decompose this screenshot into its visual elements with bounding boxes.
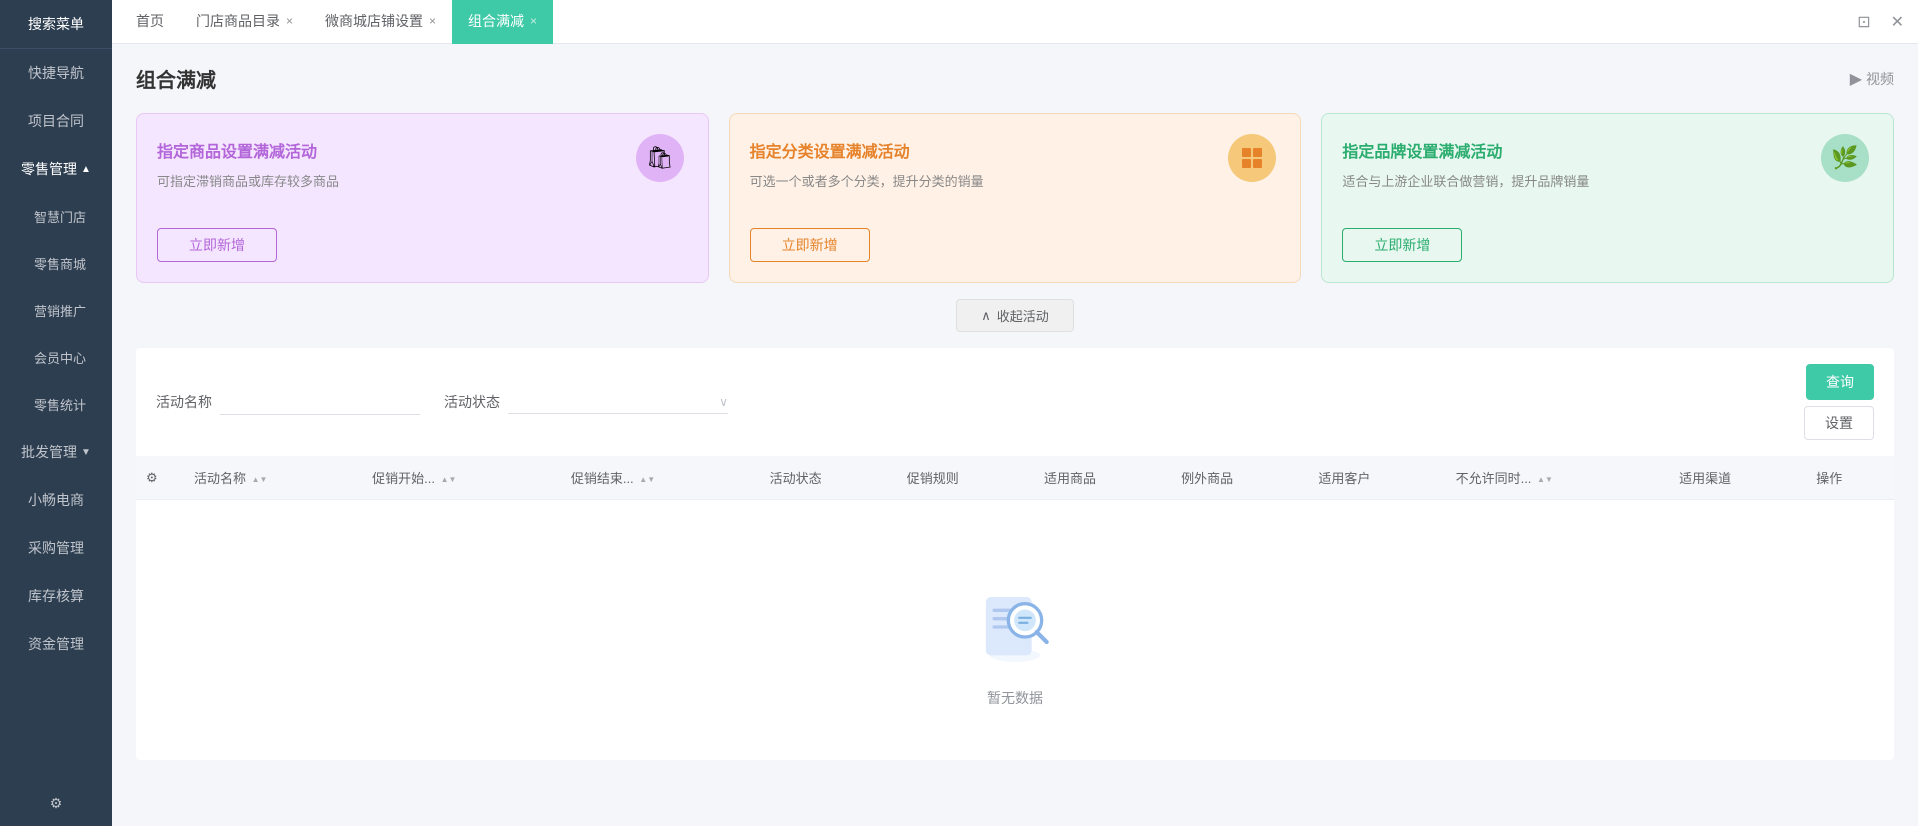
activity-card-by-brand: 🌿 指定品牌设置满减活动 适合与上游企业联合做营销，提升品牌销量 立即新增 xyxy=(1321,113,1894,283)
sidebar-item-smart-store[interactable]: 智慧门店 xyxy=(0,193,112,240)
th-promo-rule: 促销规则 xyxy=(897,456,1034,500)
sidebar-item-member-center[interactable]: 会员中心 xyxy=(0,334,112,381)
card-by-product-add-button[interactable]: 立即新增 xyxy=(157,228,277,262)
settings-icon: ⚙ xyxy=(50,795,63,811)
activity-name-input[interactable] xyxy=(220,390,420,415)
activity-card-by-product: 🛍 指定商品设置满减活动 可指定滞销商品或库存较多商品 立即新增 xyxy=(136,113,709,283)
card-by-brand-icon: 🌿 xyxy=(1821,134,1869,182)
sidebar-item-retail-stats[interactable]: 零售统计 xyxy=(0,381,112,428)
tab-store-catalog[interactable]: 门店商品目录 × xyxy=(180,0,309,44)
query-button[interactable]: 查询 xyxy=(1806,364,1874,400)
th-operation: 操作 xyxy=(1806,456,1894,500)
collapse-button[interactable]: ∧ 收起活动 xyxy=(956,299,1074,332)
card-by-category-title: 指定分类设置满减活动 xyxy=(750,138,1281,162)
page-header: 组合满减 ▶ 视频 xyxy=(136,64,1894,93)
card-by-product-title: 指定商品设置满减活动 xyxy=(157,138,688,162)
maximize-button[interactable]: ⊡ xyxy=(1851,10,1876,34)
th-promo-start: 促销开始... ▲▼ xyxy=(362,456,561,500)
card-by-category-desc: 可选一个或者多个分类，提升分类的销量 xyxy=(750,172,1281,192)
sidebar-search[interactable]: 搜索菜单 xyxy=(0,0,112,49)
th-applicable-channel: 适用渠道 xyxy=(1669,456,1806,500)
tab-wechat-store-close[interactable]: × xyxy=(429,14,436,28)
search-actions: 查询 设置 xyxy=(1804,364,1874,440)
th-activity-name: 活动名称 ▲▼ xyxy=(184,456,362,500)
th-not-allow-concurrent: 不允许同时... ▲▼ xyxy=(1446,456,1670,500)
main-content: 首页 门店商品目录 × 微商城店铺设置 × 组合满减 × ⊡ ✕ 组合满减 ▶ … xyxy=(112,0,1918,826)
wholesale-arrow-icon: ▼ xyxy=(81,447,91,458)
sidebar-item-project-contract[interactable]: 项目合同 xyxy=(0,97,112,145)
empty-text: 暂无数据 xyxy=(987,688,1043,708)
empty-state: 暂无数据 xyxy=(146,512,1884,748)
page-content-area: 组合满减 ▶ 视频 🛍 指定商品设置满减活动 可指定滞销商品或库存较多商品 立即… xyxy=(112,44,1918,826)
collapse-bar: ∧ 收起活动 xyxy=(136,299,1894,332)
activity-cards: 🛍 指定商品设置满减活动 可指定滞销商品或库存较多商品 立即新增 指定分类设置满… xyxy=(136,113,1894,283)
settings-button[interactable]: 设置 xyxy=(1804,406,1874,440)
card-by-brand-desc: 适合与上游企业联合做营销，提升品牌销量 xyxy=(1342,172,1873,192)
table-wrapper: ⚙ 活动名称 ▲▼ 促销开始... ▲▼ 促销结束... ▲▼ xyxy=(136,456,1894,760)
tab-store-catalog-close[interactable]: × xyxy=(286,14,293,28)
activity-card-by-category: 指定分类设置满减活动 可选一个或者多个分类，提升分类的销量 立即新增 xyxy=(729,113,1302,283)
window-controls: ⊡ ✕ xyxy=(1851,10,1910,34)
card-by-product-icon: 🛍 xyxy=(636,134,684,182)
th-activity-status: 活动状态 xyxy=(760,456,897,500)
sidebar-item-inventory-check[interactable]: 库存核算 xyxy=(0,572,112,620)
card-by-product-desc: 可指定滞销商品或库存较多商品 xyxy=(157,172,688,192)
tab-home[interactable]: 首页 xyxy=(120,0,180,44)
th-applicable-customer: 适用客户 xyxy=(1308,456,1445,500)
sidebar-item-xiaochang-ecommerce[interactable]: 小畅电商 xyxy=(0,476,112,524)
video-link[interactable]: ▶ 视频 xyxy=(1850,69,1894,89)
sort-promo-end-icon[interactable]: ▲▼ xyxy=(639,475,655,484)
sidebar: 搜索菜单 快捷导航 项目合同 零售管理 ▲ 智慧门店 零售商城 营销推广 会员中… xyxy=(0,0,112,826)
search-bar: 活动名称 活动状态 ∨ 查询 设置 xyxy=(136,348,1894,456)
activity-name-field: 活动名称 xyxy=(156,390,420,415)
sidebar-item-retail-management[interactable]: 零售管理 ▲ xyxy=(0,145,112,193)
tab-wechat-store-settings[interactable]: 微商城店铺设置 × xyxy=(309,0,452,44)
card-by-category-add-button[interactable]: 立即新增 xyxy=(750,228,870,262)
page-title: 组合满减 xyxy=(136,64,216,93)
activity-status-field: 活动状态 ∨ xyxy=(444,391,728,414)
tabbar: 首页 门店商品目录 × 微商城店铺设置 × 组合满减 × ⊡ ✕ xyxy=(112,0,1918,44)
sidebar-item-capital-management[interactable]: 资金管理 xyxy=(0,620,112,668)
empty-state-icon xyxy=(965,572,1065,672)
chevron-down-icon: ∨ xyxy=(719,395,728,409)
sort-concurrent-icon[interactable]: ▲▼ xyxy=(1537,475,1553,484)
card-by-brand-add-button[interactable]: 立即新增 xyxy=(1342,228,1462,262)
tab-combo-discount[interactable]: 组合满减 × xyxy=(452,0,553,44)
collapse-icon: ∧ xyxy=(981,308,991,324)
retail-management-arrow-icon: ▲ xyxy=(81,164,91,175)
activity-status-label: 活动状态 xyxy=(444,392,500,412)
card-by-brand-title: 指定品牌设置满减活动 xyxy=(1342,138,1873,162)
sidebar-item-wholesale-management[interactable]: 批发管理 ▼ xyxy=(0,428,112,476)
th-applicable-goods: 适用商品 xyxy=(1034,456,1171,500)
play-circle-icon: ▶ xyxy=(1850,69,1862,89)
sidebar-item-retail-mall[interactable]: 零售商城 xyxy=(0,240,112,287)
th-gear[interactable]: ⚙ xyxy=(136,456,184,500)
collapse-label: 收起活动 xyxy=(997,306,1049,325)
card-by-category-icon xyxy=(1228,134,1276,182)
settings-bottom-button[interactable]: ⚙ xyxy=(0,781,112,826)
tab-combo-discount-close[interactable]: × xyxy=(530,14,537,28)
sidebar-item-quick-nav[interactable]: 快捷导航 xyxy=(0,49,112,97)
th-excluded-goods: 例外商品 xyxy=(1171,456,1308,500)
sidebar-item-purchase-management[interactable]: 采购管理 xyxy=(0,524,112,572)
activity-status-select[interactable]: ∨ xyxy=(508,391,728,414)
close-button[interactable]: ✕ xyxy=(1885,10,1910,34)
table-settings-icon: ⚙ xyxy=(146,470,158,485)
sort-activity-name-icon[interactable]: ▲▼ xyxy=(252,475,268,484)
sort-promo-start-icon[interactable]: ▲▼ xyxy=(441,475,457,484)
activity-name-label: 活动名称 xyxy=(156,392,212,412)
sidebar-item-marketing[interactable]: 营销推广 xyxy=(0,287,112,334)
th-promo-end: 促销结束... ▲▼ xyxy=(561,456,760,500)
data-table: ⚙ 活动名称 ▲▼ 促销开始... ▲▼ 促销结束... ▲▼ xyxy=(136,456,1894,760)
